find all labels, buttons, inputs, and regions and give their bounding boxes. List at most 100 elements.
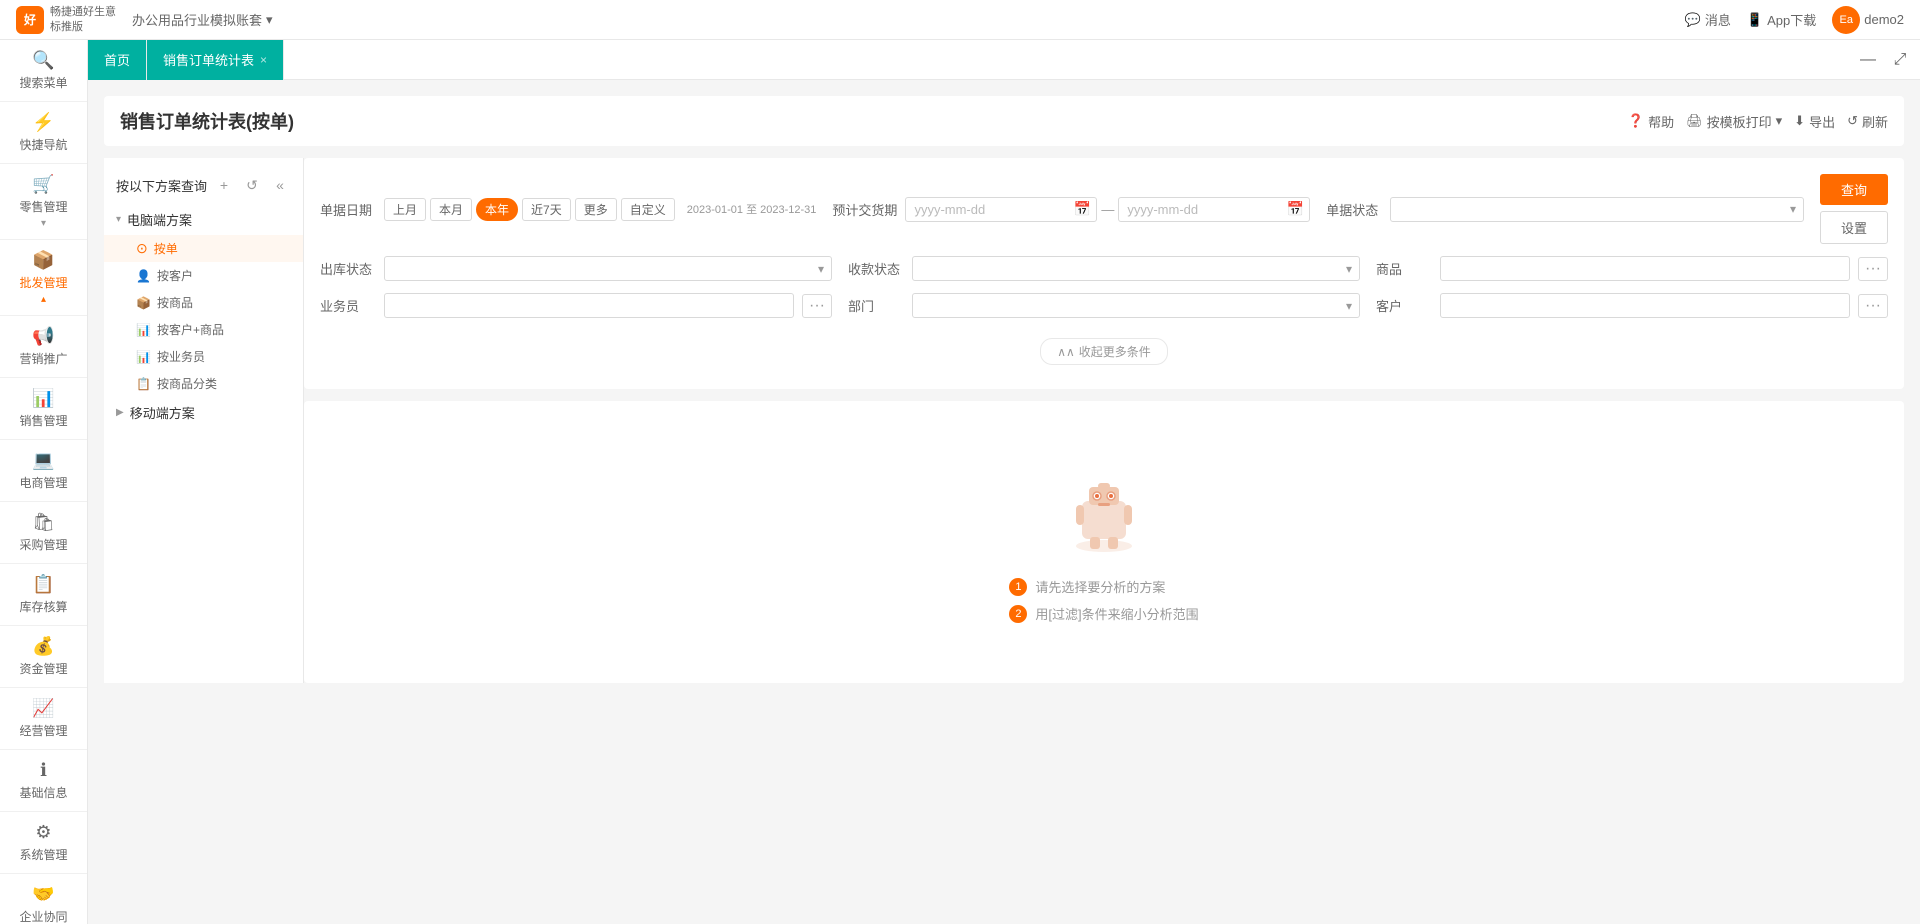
tab-bar-actions: — ⤢ — [1856, 48, 1920, 72]
tab-home[interactable]: 首页 — [88, 40, 147, 80]
sidebar-item-retail[interactable]: 🛒 零售管理 ▾ — [0, 164, 87, 240]
collapse-row: ∧∧ 收起更多条件 — [320, 330, 1888, 373]
sidebar-label-search-menu: 搜索菜单 — [19, 74, 67, 91]
logo-icon: 好 — [16, 6, 44, 34]
tree-parent-desktop[interactable]: ▾ 电脑端方案 — [104, 204, 303, 235]
side-panel-actions: + ↺ « — [213, 174, 291, 196]
dept-label: 部门 — [848, 296, 904, 315]
top-bar: 好 畅捷通好生意 标推版 办公用品行业模拟账套 ▾ 💬 消息 📱 App下载 E… — [0, 0, 1920, 40]
expand-icon: ▾ — [41, 218, 46, 229]
date-btn-more[interactable]: 更多 — [575, 198, 617, 221]
sidebar-item-search-menu[interactable]: 🔍 搜索菜单 — [0, 40, 87, 102]
hint-text-1: 请先选择要分析的方案 — [1035, 577, 1165, 596]
print-action[interactable]: 🖨 按模板打印 ▾ — [1686, 112, 1782, 131]
query-button[interactable]: 查询 — [1820, 174, 1888, 205]
filter-item-customer: 客户 ··· — [1376, 293, 1888, 318]
page-content: 销售订单统计表(按单) ❓ 帮助 🖨 按模板打印 ▾ ⬇ 导出 — [88, 80, 1920, 924]
user-avatar-area[interactable]: Ea demo2 — [1832, 6, 1904, 34]
date-btn-custom[interactable]: 自定义 — [621, 198, 675, 221]
page-header: 销售订单统计表(按单) ❓ 帮助 🖨 按模板打印 ▾ ⬇ 导出 — [104, 96, 1904, 146]
collapse-filters-btn[interactable]: ∧∧ 收起更多条件 — [1040, 338, 1168, 365]
app-selector[interactable]: 办公用品行业模拟账套 ▾ — [124, 6, 281, 33]
customer-input[interactable] — [1440, 293, 1850, 318]
maximize-icon: ⤢ — [1894, 51, 1907, 69]
sidebar-label-finance: 资金管理 — [19, 660, 67, 677]
date-btn-last-month[interactable]: 上月 — [384, 198, 426, 221]
product-dots-btn[interactable]: ··· — [1858, 257, 1888, 281]
doc-status-select-wrap: ▾ — [1390, 197, 1804, 222]
help-action[interactable]: ❓ 帮助 — [1628, 112, 1674, 131]
logo-area[interactable]: 好 畅捷通好生意 标推版 — [16, 5, 116, 34]
customer-dots-btn[interactable]: ··· — [1858, 294, 1888, 318]
expected-date-range: 📅 — 📅 — [905, 197, 1310, 222]
expected-date-end-input[interactable] — [1118, 197, 1310, 222]
dept-select[interactable] — [912, 293, 1360, 318]
top-bar-left: 好 畅捷通好生意 标推版 办公用品行业模拟账套 ▾ — [16, 5, 281, 34]
sidebar-item-finance[interactable]: 💰 资金管理 — [0, 626, 87, 688]
sidebar-item-sales[interactable]: 📊 销售管理 — [0, 378, 87, 440]
active-tab-label: 销售订单统计表 — [163, 50, 254, 69]
query-actions: 查询 设置 — [1820, 174, 1888, 244]
date-btn-this-year[interactable]: 本年 — [476, 198, 518, 221]
tree-node-by-category[interactable]: 📋 按商品分类 — [104, 370, 303, 397]
tree-node-by-order[interactable]: ⊙ 按单 — [104, 235, 303, 262]
collapse-panel-btn[interactable]: « — [269, 174, 291, 196]
filter-item-dept: 部门 ▾ — [848, 293, 1360, 318]
reset-button[interactable]: 设置 — [1820, 211, 1888, 244]
expected-date-start-input[interactable] — [905, 197, 1097, 222]
sidebar-item-marketing[interactable]: 📢 营销推广 — [0, 316, 87, 378]
ecommerce-icon: 💻 — [32, 450, 54, 471]
by-product-icon: 📦 — [136, 296, 151, 310]
sidebar-item-purchase[interactable]: 🛍 采购管理 — [0, 502, 87, 564]
maximize-btn[interactable]: ⤢ — [1888, 48, 1912, 72]
tree-node-by-cust-prod[interactable]: 📊 按客户+商品 — [104, 316, 303, 343]
date-btn-7days[interactable]: 近7天 — [522, 198, 571, 221]
sidebar-item-enterprise[interactable]: 🤝 企业协同 — [0, 874, 87, 924]
sidebar-item-wholesale[interactable]: 📦 批发管理 ▴ — [0, 240, 87, 316]
sidebar-item-quick-nav[interactable]: ⚡ 快捷导航 — [0, 102, 87, 164]
add-scheme-btn[interactable]: + — [213, 174, 235, 196]
product-label: 商品 — [1376, 259, 1432, 278]
wholesale-icon: 📦 — [32, 250, 54, 271]
refresh-scheme-btn[interactable]: ↺ — [241, 174, 263, 196]
minimize-icon: — — [1860, 51, 1876, 69]
tree-arrow-icon: ▾ — [116, 214, 121, 225]
refresh-action[interactable]: ↺ 刷新 — [1847, 112, 1888, 131]
main-layout: 🔍 搜索菜单 ⚡ 快捷导航 🛒 零售管理 ▾ 📦 批发管理 ▴ 📢 营销推广 📊… — [0, 40, 1920, 924]
date-btn-this-month[interactable]: 本月 — [430, 198, 472, 221]
by-salesman-icon: 📊 — [136, 350, 151, 364]
side-panel: 按以下方案查询 + ↺ « — [104, 158, 304, 683]
by-product-label: 按商品 — [157, 294, 193, 311]
tree-node-by-product[interactable]: 📦 按商品 — [104, 289, 303, 316]
sidebar-label-enterprise: 企业协同 — [19, 908, 67, 924]
tree-node-by-salesman[interactable]: 📊 按业务员 — [104, 343, 303, 370]
ship-status-select[interactable] — [384, 256, 832, 281]
sidebar-item-system[interactable]: ⚙ 系统管理 — [0, 812, 87, 874]
sidebar-item-ecommerce[interactable]: 💻 电商管理 — [0, 440, 87, 502]
filter-item-product: 商品 ··· — [1376, 256, 1888, 281]
empty-illustration — [1054, 461, 1154, 561]
receipt-status-label: 收款状态 — [848, 259, 904, 278]
salesman-input[interactable] — [384, 293, 794, 318]
sidebar-label-sales: 销售管理 — [19, 412, 67, 429]
tab-sales-order[interactable]: 销售订单统计表 × — [147, 40, 284, 80]
by-cust-prod-label: 按客户+商品 — [157, 321, 224, 338]
product-input[interactable] — [1440, 256, 1850, 281]
sidebar-item-operation[interactable]: 📈 经营管理 — [0, 688, 87, 750]
receipt-status-select[interactable] — [912, 256, 1360, 281]
tree-node-by-customer[interactable]: 👤 按客户 — [104, 262, 303, 289]
sidebar-item-basic[interactable]: ℹ 基础信息 — [0, 750, 87, 812]
salesman-dots-btn[interactable]: ··· — [802, 294, 832, 318]
date-range-text: 2023-01-01 至 2023-12-31 — [687, 201, 817, 217]
add-icon: + — [220, 177, 228, 193]
tree-parent-mobile[interactable]: ▶ 移动端方案 — [104, 397, 303, 428]
salesman-label: 业务员 — [320, 296, 376, 315]
hint-text-2: 用[过滤]条件来缩小分析范围 — [1035, 604, 1198, 623]
export-action[interactable]: ⬇ 导出 — [1794, 112, 1835, 131]
doc-status-select[interactable] — [1390, 197, 1804, 222]
sidebar-item-inventory[interactable]: 📋 库存核算 — [0, 564, 87, 626]
minimize-btn[interactable]: — — [1856, 48, 1880, 72]
close-tab-icon[interactable]: × — [260, 53, 267, 67]
message-action[interactable]: 💬 消息 — [1685, 10, 1731, 29]
app-download-action[interactable]: 📱 App下载 — [1747, 10, 1816, 29]
